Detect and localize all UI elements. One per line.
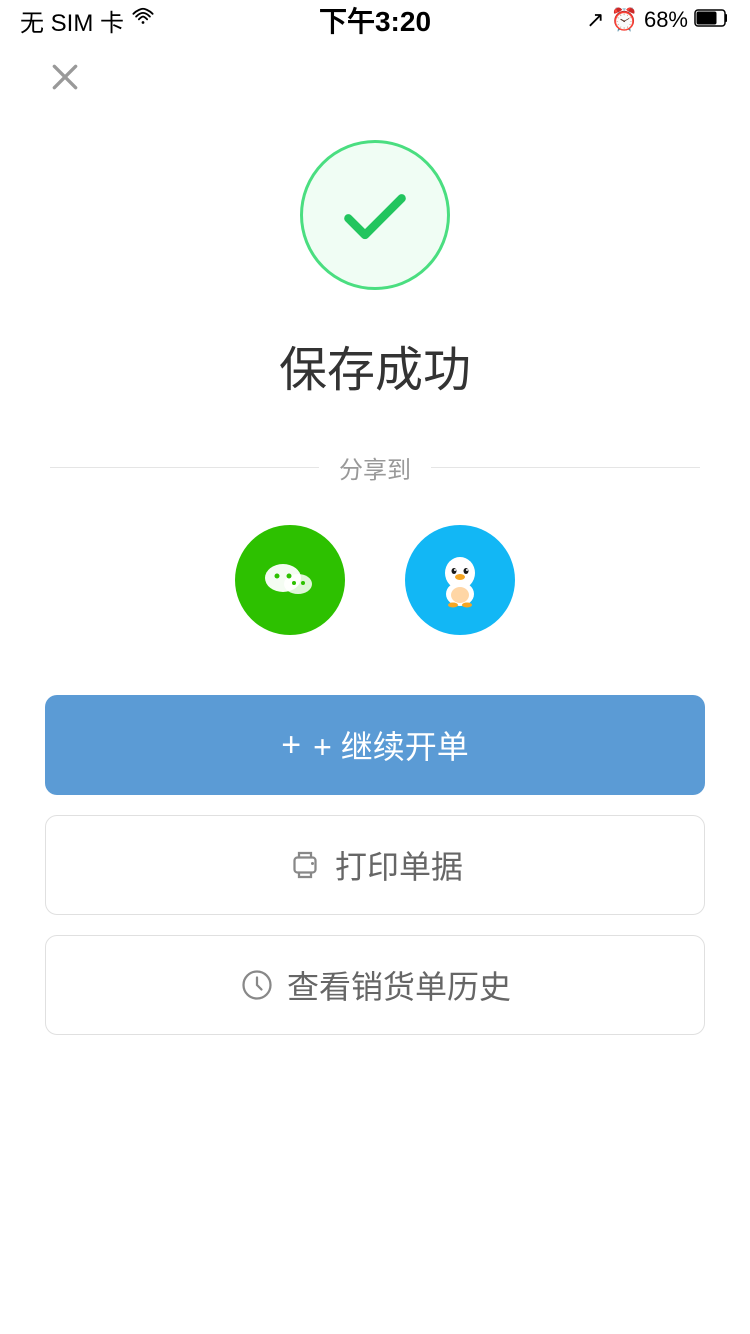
divider-line-right xyxy=(431,467,700,468)
status-bar: 无 SIM 卡 下午3:20 ↗ ⏰ 68% xyxy=(0,0,750,40)
status-right: ↗ ⏰ 68% xyxy=(586,7,730,33)
battery-percent: 68% xyxy=(644,7,688,33)
location-icon: ↗ xyxy=(586,7,604,33)
action-buttons: + + 继续开单 打印单据 查看销货单历史 xyxy=(45,695,705,1035)
success-icon-circle xyxy=(300,140,450,290)
wechat-share-button[interactable] xyxy=(235,525,345,635)
share-divider: 分享到 xyxy=(0,450,750,485)
continue-label: + 继续开单 xyxy=(313,722,469,768)
share-icons xyxy=(235,525,515,635)
print-label: 打印单据 xyxy=(335,842,463,888)
history-button[interactable]: 查看销货单历史 xyxy=(45,935,705,1035)
status-time: 下午3:20 xyxy=(319,0,431,40)
success-title: 保存成功 xyxy=(279,330,471,400)
close-button[interactable] xyxy=(40,52,90,102)
battery-icon xyxy=(694,7,730,33)
status-left: 无 SIM 卡 xyxy=(20,3,154,38)
divider-line-left xyxy=(50,467,319,468)
alarm-icon: ⏰ xyxy=(611,7,638,33)
history-label: 查看销货单历史 xyxy=(287,962,511,1008)
continue-order-button[interactable]: + + 继续开单 xyxy=(45,695,705,795)
share-label: 分享到 xyxy=(319,450,431,485)
main-content: 保存成功 分享到 xyxy=(0,40,750,1035)
qq-share-button[interactable] xyxy=(405,525,515,635)
wifi-icon xyxy=(132,6,154,35)
print-button[interactable]: 打印单据 xyxy=(45,815,705,915)
continue-icon: + xyxy=(281,726,301,765)
sim-text: 无 SIM 卡 xyxy=(20,3,124,38)
